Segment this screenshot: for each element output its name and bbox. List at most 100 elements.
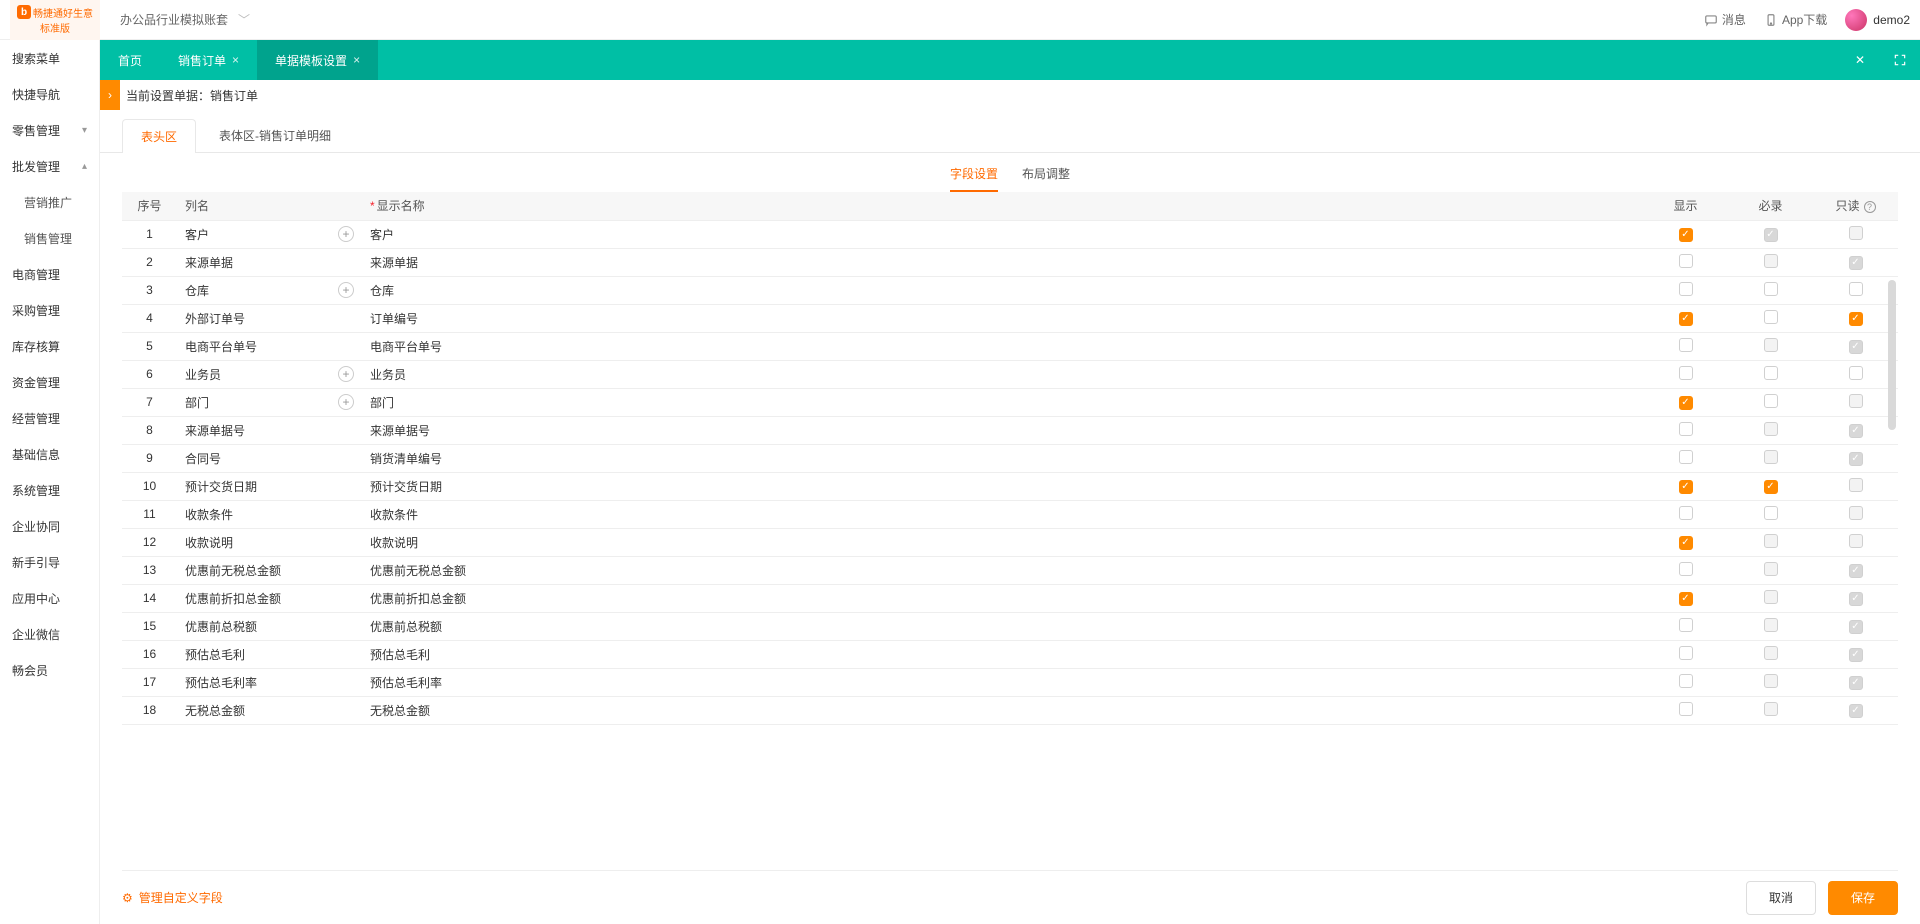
checkbox-show[interactable]	[1679, 618, 1693, 632]
sidebar-item[interactable]: 电商管理	[0, 256, 99, 292]
checkbox-required[interactable]	[1764, 394, 1778, 408]
sidebar-item[interactable]: 应用中心	[0, 580, 99, 616]
cell-display-name[interactable]: 预估总毛利率	[362, 668, 1643, 696]
sidebar-item[interactable]: 新手引导	[0, 544, 99, 580]
cell-display-name[interactable]: 销货清单编号	[362, 444, 1643, 472]
app-download-button[interactable]: App下载	[1764, 11, 1827, 28]
subnav-item[interactable]: 布局调整	[1022, 165, 1070, 192]
checkbox-required[interactable]	[1764, 310, 1778, 324]
messages-button[interactable]: 消息	[1704, 11, 1746, 28]
save-button[interactable]: 保存	[1828, 881, 1898, 915]
cell-display-name[interactable]: 客户	[362, 220, 1643, 248]
checkbox-show[interactable]	[1679, 366, 1693, 380]
section-tab[interactable]: 表头区	[122, 119, 196, 153]
cell-display-name[interactable]: 订单编号	[362, 304, 1643, 332]
checkbox-readonly[interactable]	[1849, 312, 1863, 326]
checkbox-show[interactable]	[1679, 646, 1693, 660]
add-sub-field-button[interactable]: +	[338, 366, 354, 382]
checkbox-show[interactable]	[1679, 312, 1693, 326]
cell-readonly	[1813, 304, 1898, 332]
cell-display-name[interactable]: 预估总毛利	[362, 640, 1643, 668]
logo[interactable]: b 畅捷通好生意 标准版	[10, 0, 100, 40]
checkbox-show[interactable]	[1679, 536, 1693, 550]
checkbox-required[interactable]	[1764, 506, 1778, 520]
avatar[interactable]	[1845, 9, 1867, 31]
cell-show	[1643, 556, 1728, 584]
main-tab[interactable]: 销售订单×	[160, 40, 257, 80]
cell-display-name[interactable]: 收款说明	[362, 528, 1643, 556]
cell-display-name[interactable]: 预计交货日期	[362, 472, 1643, 500]
checkbox-required[interactable]	[1764, 366, 1778, 380]
cell-display-name[interactable]: 优惠前无税总金额	[362, 556, 1643, 584]
tabbar-close-button[interactable]: ✕	[1840, 40, 1880, 80]
cell-display-name[interactable]: 部门	[362, 388, 1643, 416]
vertical-scrollbar[interactable]	[1888, 280, 1896, 854]
sidebar-item[interactable]: 批发管理▴	[0, 148, 99, 184]
subnav-item[interactable]: 字段设置	[950, 165, 998, 192]
sidebar-item[interactable]: 基础信息	[0, 436, 99, 472]
account-selector[interactable]: 办公品行业模拟账套 ﹀	[120, 11, 250, 28]
checkbox-show[interactable]	[1679, 450, 1693, 464]
add-sub-field-button[interactable]: +	[338, 226, 354, 242]
help-icon[interactable]: ?	[1864, 201, 1876, 213]
cell-display-name[interactable]: 电商平台单号	[362, 332, 1643, 360]
sidebar-item-label: 系统管理	[12, 482, 60, 499]
sidebar-item[interactable]: 库存核算	[0, 328, 99, 364]
main-tab[interactable]: 单据模板设置×	[257, 40, 378, 80]
cell-display-name[interactable]: 来源单据	[362, 248, 1643, 276]
checkbox-required[interactable]	[1764, 480, 1778, 494]
checkbox-show[interactable]	[1679, 254, 1693, 268]
scrollbar-thumb[interactable]	[1888, 280, 1896, 430]
sidebar-subitem[interactable]: 营销推广	[0, 184, 99, 220]
checkbox-show[interactable]	[1679, 422, 1693, 436]
add-sub-field-button[interactable]: +	[338, 394, 354, 410]
checkbox-show[interactable]	[1679, 674, 1693, 688]
cell-display-name[interactable]: 优惠前总税额	[362, 612, 1643, 640]
sidebar-item[interactable]: 系统管理	[0, 472, 99, 508]
sidebar-item[interactable]: 企业协同	[0, 508, 99, 544]
checkbox-show[interactable]	[1679, 338, 1693, 352]
table-row: 13优惠前无税总金额优惠前无税总金额	[122, 556, 1898, 584]
checkbox-readonly[interactable]	[1849, 282, 1863, 296]
cell-display-name[interactable]: 收款条件	[362, 500, 1643, 528]
main-tab[interactable]: 首页	[100, 40, 160, 80]
checkbox-show[interactable]	[1679, 506, 1693, 520]
sidebar-item[interactable]: 畅会员	[0, 652, 99, 688]
cell-display-name[interactable]: 业务员	[362, 360, 1643, 388]
checkbox-readonly[interactable]	[1849, 366, 1863, 380]
cell-display-name[interactable]: 无税总金额	[362, 696, 1643, 724]
checkbox-show[interactable]	[1679, 702, 1693, 716]
sidebar-item[interactable]: 搜索菜单	[0, 40, 99, 76]
table-row: 9合同号销货清单编号	[122, 444, 1898, 472]
sidebar-item[interactable]: 企业微信	[0, 616, 99, 652]
cell-display-name[interactable]: 来源单据号	[362, 416, 1643, 444]
sidebar-subitem[interactable]: 销售管理	[0, 220, 99, 256]
sidebar-item-label: 库存核算	[12, 338, 60, 355]
checkbox-show[interactable]	[1679, 592, 1693, 606]
username[interactable]: demo2	[1873, 13, 1910, 27]
cell-display-name[interactable]: 优惠前折扣总金额	[362, 584, 1643, 612]
add-sub-field-button[interactable]: +	[338, 282, 354, 298]
chevron-down-icon: ﹀	[238, 11, 250, 28]
cell-show	[1643, 248, 1728, 276]
manage-custom-fields-link[interactable]: ⚙ 管理自定义字段	[122, 889, 223, 906]
checkbox-show[interactable]	[1679, 282, 1693, 296]
section-tab[interactable]: 表体区-销售订单明细	[200, 118, 350, 152]
sidebar-item[interactable]: 零售管理▾	[0, 112, 99, 148]
sidebar-item[interactable]: 经营管理	[0, 400, 99, 436]
checkbox-show[interactable]	[1679, 562, 1693, 576]
banner-collapse-handle[interactable]: ›	[100, 80, 120, 110]
sidebar-item[interactable]: 资金管理	[0, 364, 99, 400]
cell-display-name[interactable]: 仓库	[362, 276, 1643, 304]
cell-index: 1	[122, 220, 177, 248]
checkbox-required[interactable]	[1764, 282, 1778, 296]
close-icon[interactable]: ×	[353, 53, 360, 67]
fullscreen-button[interactable]	[1880, 40, 1920, 80]
close-icon[interactable]: ×	[232, 53, 239, 67]
checkbox-show[interactable]	[1679, 480, 1693, 494]
checkbox-show[interactable]	[1679, 396, 1693, 410]
cancel-button[interactable]: 取消	[1746, 881, 1816, 915]
sidebar-item[interactable]: 采购管理	[0, 292, 99, 328]
checkbox-show[interactable]	[1679, 228, 1693, 242]
sidebar-item[interactable]: 快捷导航	[0, 76, 99, 112]
